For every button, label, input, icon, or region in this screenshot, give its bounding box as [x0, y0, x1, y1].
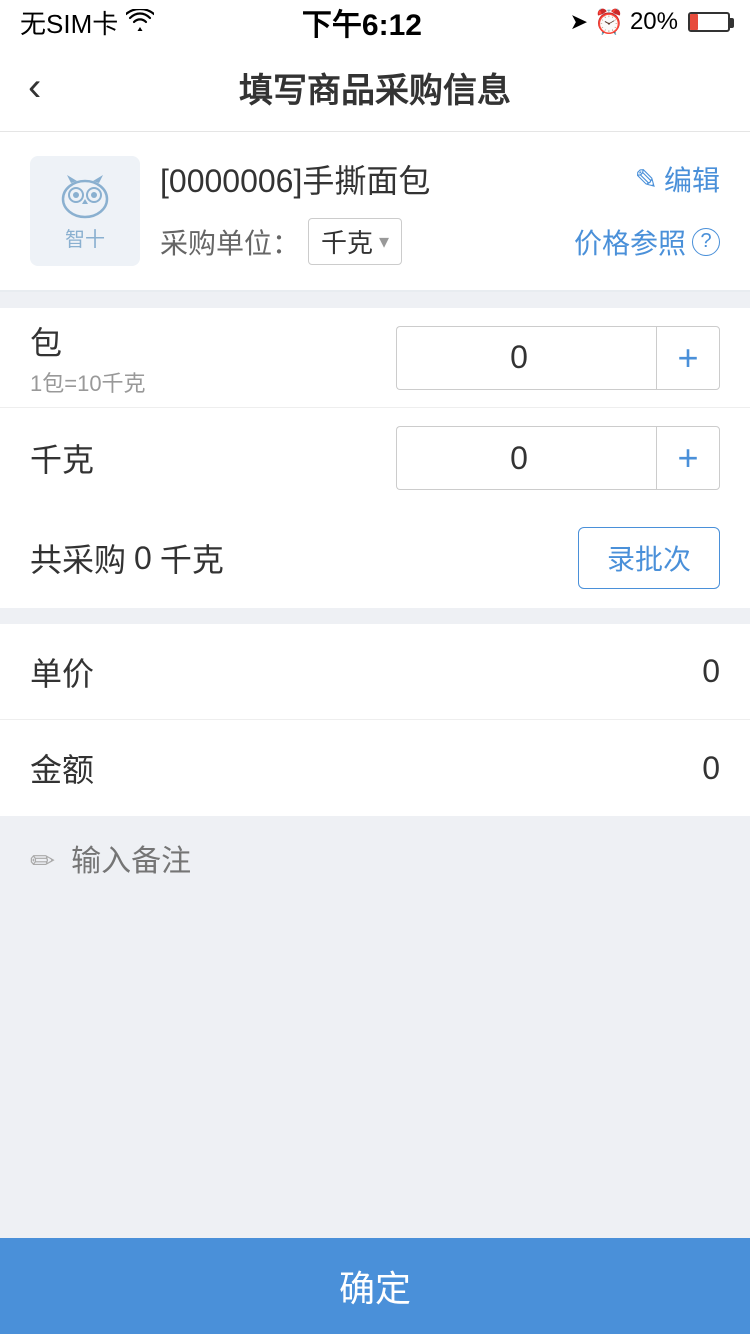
location-icon: ➤	[570, 9, 588, 35]
notes-section: ✏	[0, 816, 750, 907]
product-image: 智十	[30, 156, 140, 266]
price-ref-label: 价格参照	[574, 222, 686, 262]
product-card: 智十 [0000006]手撕面包 ✎ 编辑 采购单位： 千克 ▾ 价格参照 ?	[0, 132, 750, 292]
carrier-text: 无SIM卡	[20, 4, 118, 41]
product-unit-row: 采购单位： 千克 ▾ 价格参照 ?	[160, 218, 720, 265]
amount-row: 金额 0	[0, 720, 750, 816]
total-value: 0	[134, 540, 152, 577]
notes-input[interactable]	[71, 845, 720, 879]
product-logo: 智十	[55, 171, 115, 252]
input-section: 包 1包=10千克 + 千克 +	[0, 308, 750, 508]
amount-label: 金额	[30, 745, 94, 791]
total-label: 共采购 0 千克	[30, 535, 224, 581]
product-title-row: [0000006]手撕面包 ✎ 编辑	[160, 156, 720, 202]
section-separator-1	[0, 292, 750, 308]
unit-dropdown[interactable]: 千克 ▾	[308, 218, 402, 265]
status-time: 下午6:12	[302, 0, 422, 44]
status-left: 无SIM卡	[20, 4, 154, 41]
bao-quantity-input[interactable]	[396, 326, 656, 390]
confirm-bar[interactable]: 确定	[0, 1238, 750, 1334]
batch-button[interactable]: 录批次	[578, 527, 720, 589]
logo-text: 智十	[65, 223, 105, 252]
battery-percent: 20%	[630, 8, 678, 36]
edit-button[interactable]: ✎ 编辑	[635, 159, 720, 199]
kg-quantity-input[interactable]	[396, 426, 656, 490]
confirm-button[interactable]: 确定	[339, 1260, 411, 1312]
nav-bar: ‹ 填写商品采购信息	[0, 44, 750, 132]
wifi-icon	[126, 7, 154, 38]
battery-icon	[688, 12, 730, 32]
price-ref-help-icon: ?	[692, 228, 720, 256]
unit-price-value: 0	[702, 653, 720, 690]
section-separator-2	[0, 608, 750, 624]
kg-label-main: 千克	[30, 435, 170, 481]
owl-icon	[55, 171, 115, 221]
kg-label: 千克	[30, 435, 170, 481]
page-title: 填写商品采购信息	[239, 63, 511, 112]
unit-price-row: 单价 0	[0, 624, 750, 720]
content-bottom	[0, 907, 750, 1247]
price-info-section: 单价 0 金额 0	[0, 624, 750, 816]
total-row: 共采购 0 千克 录批次	[0, 508, 750, 608]
back-button[interactable]: ‹	[28, 65, 41, 110]
kg-plus-button[interactable]: +	[656, 426, 720, 490]
total-unit: 千克	[160, 535, 224, 581]
unit-value: 千克	[321, 223, 373, 260]
status-bar: 无SIM卡 下午6:12 ➤ ⏰ 20%	[0, 0, 750, 44]
product-info: [0000006]手撕面包 ✎ 编辑 采购单位： 千克 ▾ 价格参照 ?	[160, 156, 720, 265]
bao-label-main: 包	[30, 318, 170, 364]
status-right: ➤ ⏰ 20%	[570, 8, 730, 37]
total-prefix: 共采购	[30, 535, 126, 581]
pencil-icon: ✏	[30, 844, 55, 879]
bao-input-row: 包 1包=10千克 +	[0, 308, 750, 408]
edit-icon: ✎	[635, 163, 658, 196]
chevron-down-icon: ▾	[379, 229, 389, 254]
unit-price-label: 单价	[30, 649, 94, 695]
product-name: [0000006]手撕面包	[160, 156, 430, 202]
bao-label: 包 1包=10千克	[30, 318, 170, 398]
unit-section: 采购单位： 千克 ▾	[160, 218, 402, 265]
unit-prefix: 采购单位：	[160, 222, 300, 262]
bao-plus-button[interactable]: +	[656, 326, 720, 390]
amount-value: 0	[702, 750, 720, 787]
bao-label-sub: 1包=10千克	[30, 366, 170, 398]
edit-label: 编辑	[664, 159, 720, 199]
bao-control: +	[170, 326, 720, 390]
kg-control: +	[170, 426, 720, 490]
alarm-icon: ⏰	[594, 8, 624, 37]
price-ref-button[interactable]: 价格参照 ?	[574, 222, 720, 262]
kg-input-row: 千克 +	[0, 408, 750, 508]
